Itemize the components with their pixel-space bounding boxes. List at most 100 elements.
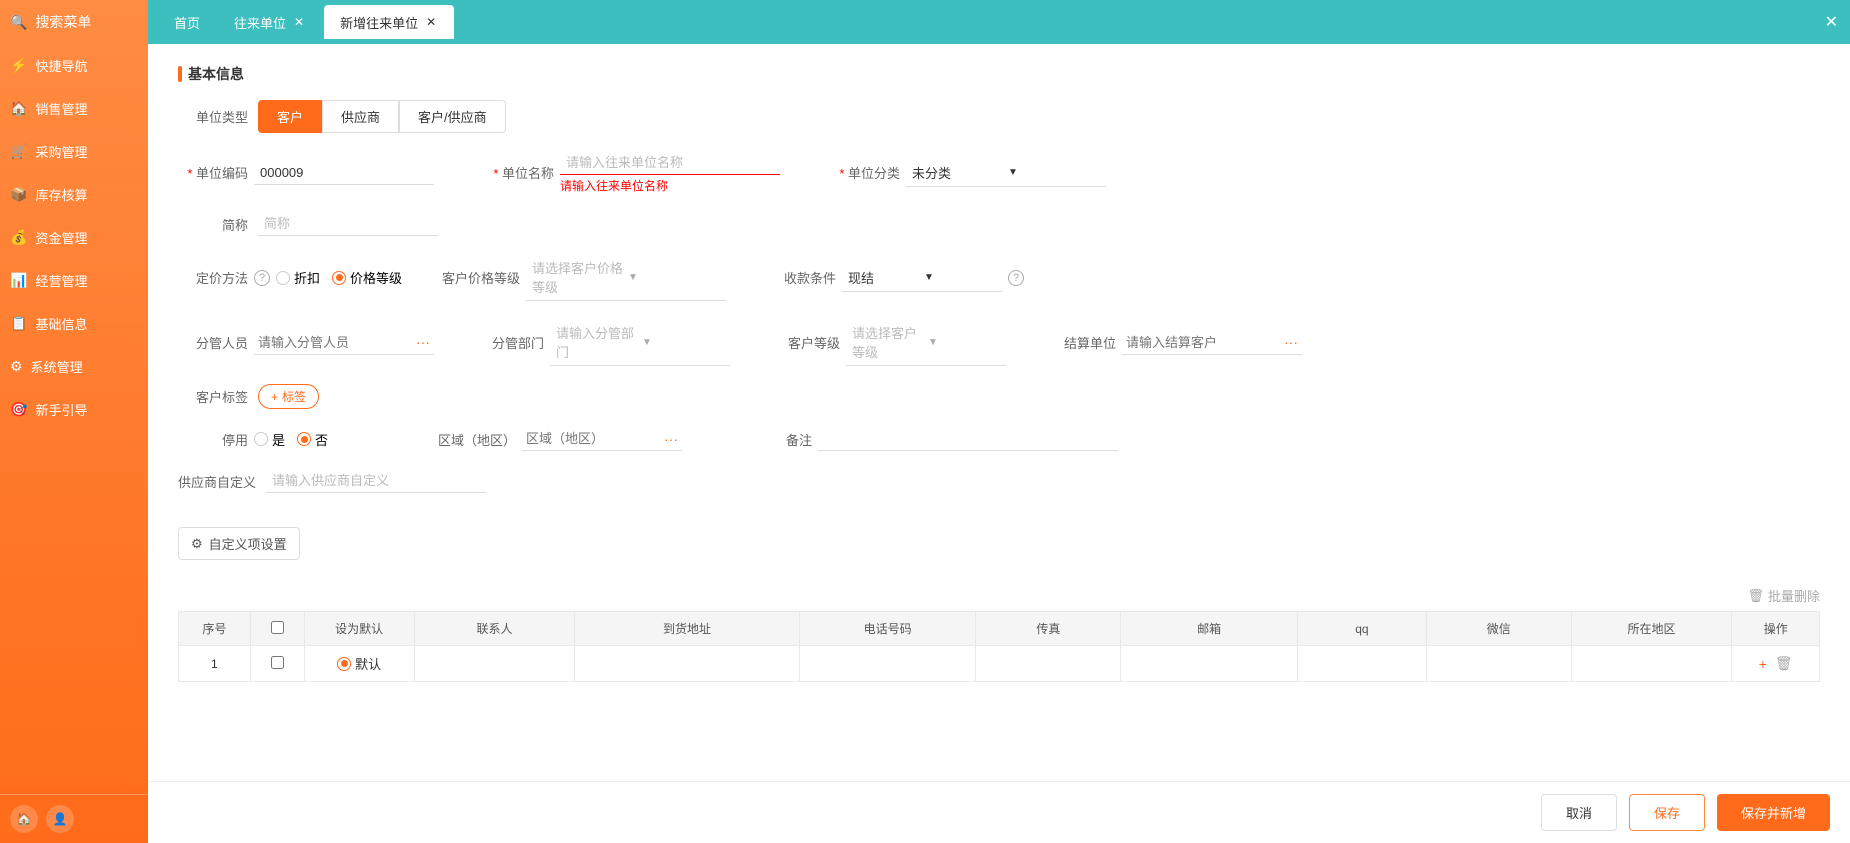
settlement-group: 结算单位 ··· xyxy=(1046,331,1302,355)
dept-select[interactable]: 请输入分管部门 ▼ xyxy=(550,319,730,366)
sidebar-item-inventory[interactable]: 📦库存核算 xyxy=(0,173,148,216)
fax-input[interactable] xyxy=(1013,656,1083,671)
tabs-container: 首页往来单位✕新增往来单位✕ xyxy=(158,5,454,39)
sidebar-item-operation[interactable]: 📊经营管理 xyxy=(0,259,148,302)
unit-name-error: 请输入往来单位名称 xyxy=(560,177,780,194)
supplier-custom-row: 供应商自定义 xyxy=(178,469,1820,493)
unit-name-group: 单位名称 请输入往来单位名称 xyxy=(484,151,780,194)
disabled-yes-radio[interactable]: 是 xyxy=(254,430,285,449)
row-region xyxy=(1571,646,1732,682)
sidebar-item-purchase[interactable]: 🛒采购管理 xyxy=(0,130,148,173)
sidebar-item-quick-nav[interactable]: ⚡快捷导航 xyxy=(0,44,148,87)
basic-icon: 📋 xyxy=(10,315,27,332)
region-more-btn[interactable]: ··· xyxy=(660,431,682,447)
batch-delete-button[interactable]: 🗑 批量删除 xyxy=(1747,586,1820,605)
remark-input[interactable] xyxy=(818,427,1118,451)
dept-placeholder: 请输入分管部门 xyxy=(556,323,638,361)
row-default-cell: 默认 xyxy=(304,646,414,682)
sidebar-search[interactable]: 🔍 搜索菜单 xyxy=(0,0,148,44)
cancel-button[interactable]: 取消 xyxy=(1541,794,1617,831)
price-level-radio[interactable]: 价格等级 xyxy=(332,268,402,287)
unit-category-label: 单位分类 xyxy=(830,163,900,182)
manager-row: 分管人员 ··· 分管部门 请输入分管部门 ▼ 客户等级 xyxy=(178,319,1820,366)
contact-input[interactable] xyxy=(454,656,534,671)
footer: 取消 保存 保存并新增 xyxy=(148,781,1850,843)
sidebar: 🔍 搜索菜单 ⚡快捷导航🏠销售管理🛒采购管理📦库存核算💰资金管理📊经营管理📋基础… xyxy=(0,0,148,843)
table-row: 1 默认 xyxy=(179,646,1820,682)
discount-radio[interactable]: 折扣 xyxy=(276,268,320,287)
save-button[interactable]: 保存 xyxy=(1629,794,1705,831)
sidebar-item-basic[interactable]: 📋基础信息 xyxy=(0,302,148,345)
manager-input[interactable] xyxy=(254,331,412,354)
tab-add-partner[interactable]: 新增往来单位✕ xyxy=(324,5,454,39)
select-all-checkbox[interactable] xyxy=(271,621,284,634)
tag-add-label: 标签 xyxy=(282,388,306,405)
sidebar-item-system[interactable]: ⚙系统管理 xyxy=(0,345,148,388)
sidebar-user-btn[interactable]: 👤 xyxy=(46,805,74,833)
close-all-tabs[interactable]: ✕ xyxy=(1825,12,1838,32)
region-input[interactable] xyxy=(522,427,660,450)
payment-terms-select[interactable]: 现结 ▼ xyxy=(842,264,1002,292)
row-checkbox[interactable] xyxy=(271,656,284,669)
wechat-input[interactable] xyxy=(1464,656,1534,671)
payment-help-icon[interactable]: ? xyxy=(1008,270,1024,286)
type-btn-customer[interactable]: 客户 xyxy=(258,100,322,133)
region-label: 区域（地区） xyxy=(438,430,516,449)
unit-name-input[interactable] xyxy=(560,151,780,175)
tab-bar: 首页往来单位✕新增往来单位✕ ✕ xyxy=(148,0,1850,44)
contacts-table: 序号设为默认联系人到货地址电话号码传真邮箱qq微信所在地区操作 1 默认 xyxy=(178,611,1820,682)
row-default-radio[interactable]: 默认 xyxy=(337,654,381,673)
tab-close-add-partner[interactable]: ✕ xyxy=(424,16,438,28)
unit-code-input[interactable] xyxy=(254,161,434,185)
disabled-no-radio[interactable]: 否 xyxy=(297,430,328,449)
unit-category-select[interactable]: 未分类 ▼ xyxy=(906,159,1106,187)
tab-home[interactable]: 首页 xyxy=(158,5,216,39)
settlement-input-group: ··· xyxy=(1122,331,1302,355)
sidebar-item-newbie[interactable]: 🎯新手引导 xyxy=(0,388,148,431)
settlement-input[interactable] xyxy=(1122,331,1280,354)
customer-level-label: 客户等级 xyxy=(770,333,840,352)
settlement-more-btn[interactable]: ··· xyxy=(1280,334,1302,350)
sidebar-item-sales[interactable]: 🏠销售管理 xyxy=(0,87,148,130)
section-icon xyxy=(178,66,182,82)
row-add-btn[interactable]: + xyxy=(1759,656,1767,672)
customer-price-level-select[interactable]: 请选择客户价格等级 ▼ xyxy=(526,254,726,301)
pricing-help-icon[interactable]: ? xyxy=(254,270,270,286)
phone-input[interactable] xyxy=(843,656,933,671)
region-group: 区域（地区） ··· xyxy=(438,427,682,451)
unit-type-row: 单位类型 客户供应商客户/供应商 xyxy=(178,100,1820,133)
row-region-input[interactable] xyxy=(1612,656,1692,671)
tab-partner-list[interactable]: 往来单位✕ xyxy=(218,5,322,39)
customer-level-group: 客户等级 请选择客户等级 ▼ xyxy=(770,319,1006,366)
short-name-row: 简称 xyxy=(178,212,1820,236)
unit-name-label: 单位名称 xyxy=(484,163,554,182)
newbie-icon: 🎯 xyxy=(10,401,27,418)
address-input[interactable] xyxy=(627,656,747,671)
row-delete-btn[interactable]: 🗑 xyxy=(1775,655,1793,672)
row-actions-cell: + 🗑 xyxy=(1732,646,1820,682)
tag-add-icon: + xyxy=(271,390,278,404)
row-address xyxy=(575,646,799,682)
short-name-input[interactable] xyxy=(258,212,438,236)
customer-level-select[interactable]: 请选择客户等级 ▼ xyxy=(846,319,1006,366)
type-btn-supplier[interactable]: 供应商 xyxy=(322,100,399,133)
sidebar-home-btn[interactable]: 🏠 xyxy=(10,805,38,833)
manager-more-btn[interactable]: ··· xyxy=(412,334,434,350)
sidebar-item-finance[interactable]: 💰资金管理 xyxy=(0,216,148,259)
row-checkbox-cell xyxy=(250,646,304,682)
custom-settings-button[interactable]: ⚙ 自定义项设置 xyxy=(178,527,300,560)
save-new-button[interactable]: 保存并新增 xyxy=(1717,794,1830,831)
supplier-custom-input[interactable] xyxy=(266,469,486,493)
customer-price-level-group: 客户价格等级 请选择客户价格等级 ▼ xyxy=(442,254,726,301)
quick-nav-icon: ⚡ xyxy=(10,57,27,74)
tag-add-button[interactable]: + 标签 xyxy=(258,384,319,409)
disabled-radio-group: 是 否 xyxy=(254,430,328,449)
row-seq: 1 xyxy=(179,646,251,682)
table-header: 序号设为默认联系人到货地址电话号码传真邮箱qq微信所在地区操作 xyxy=(179,612,1820,646)
email-input[interactable] xyxy=(1164,656,1254,671)
sidebar-label-operation: 经营管理 xyxy=(35,271,87,290)
type-btn-both[interactable]: 客户/供应商 xyxy=(399,100,506,133)
qq-input[interactable] xyxy=(1332,656,1392,671)
batch-delete-icon: 🗑 xyxy=(1747,588,1764,604)
tab-close-partner-list[interactable]: ✕ xyxy=(292,16,306,28)
